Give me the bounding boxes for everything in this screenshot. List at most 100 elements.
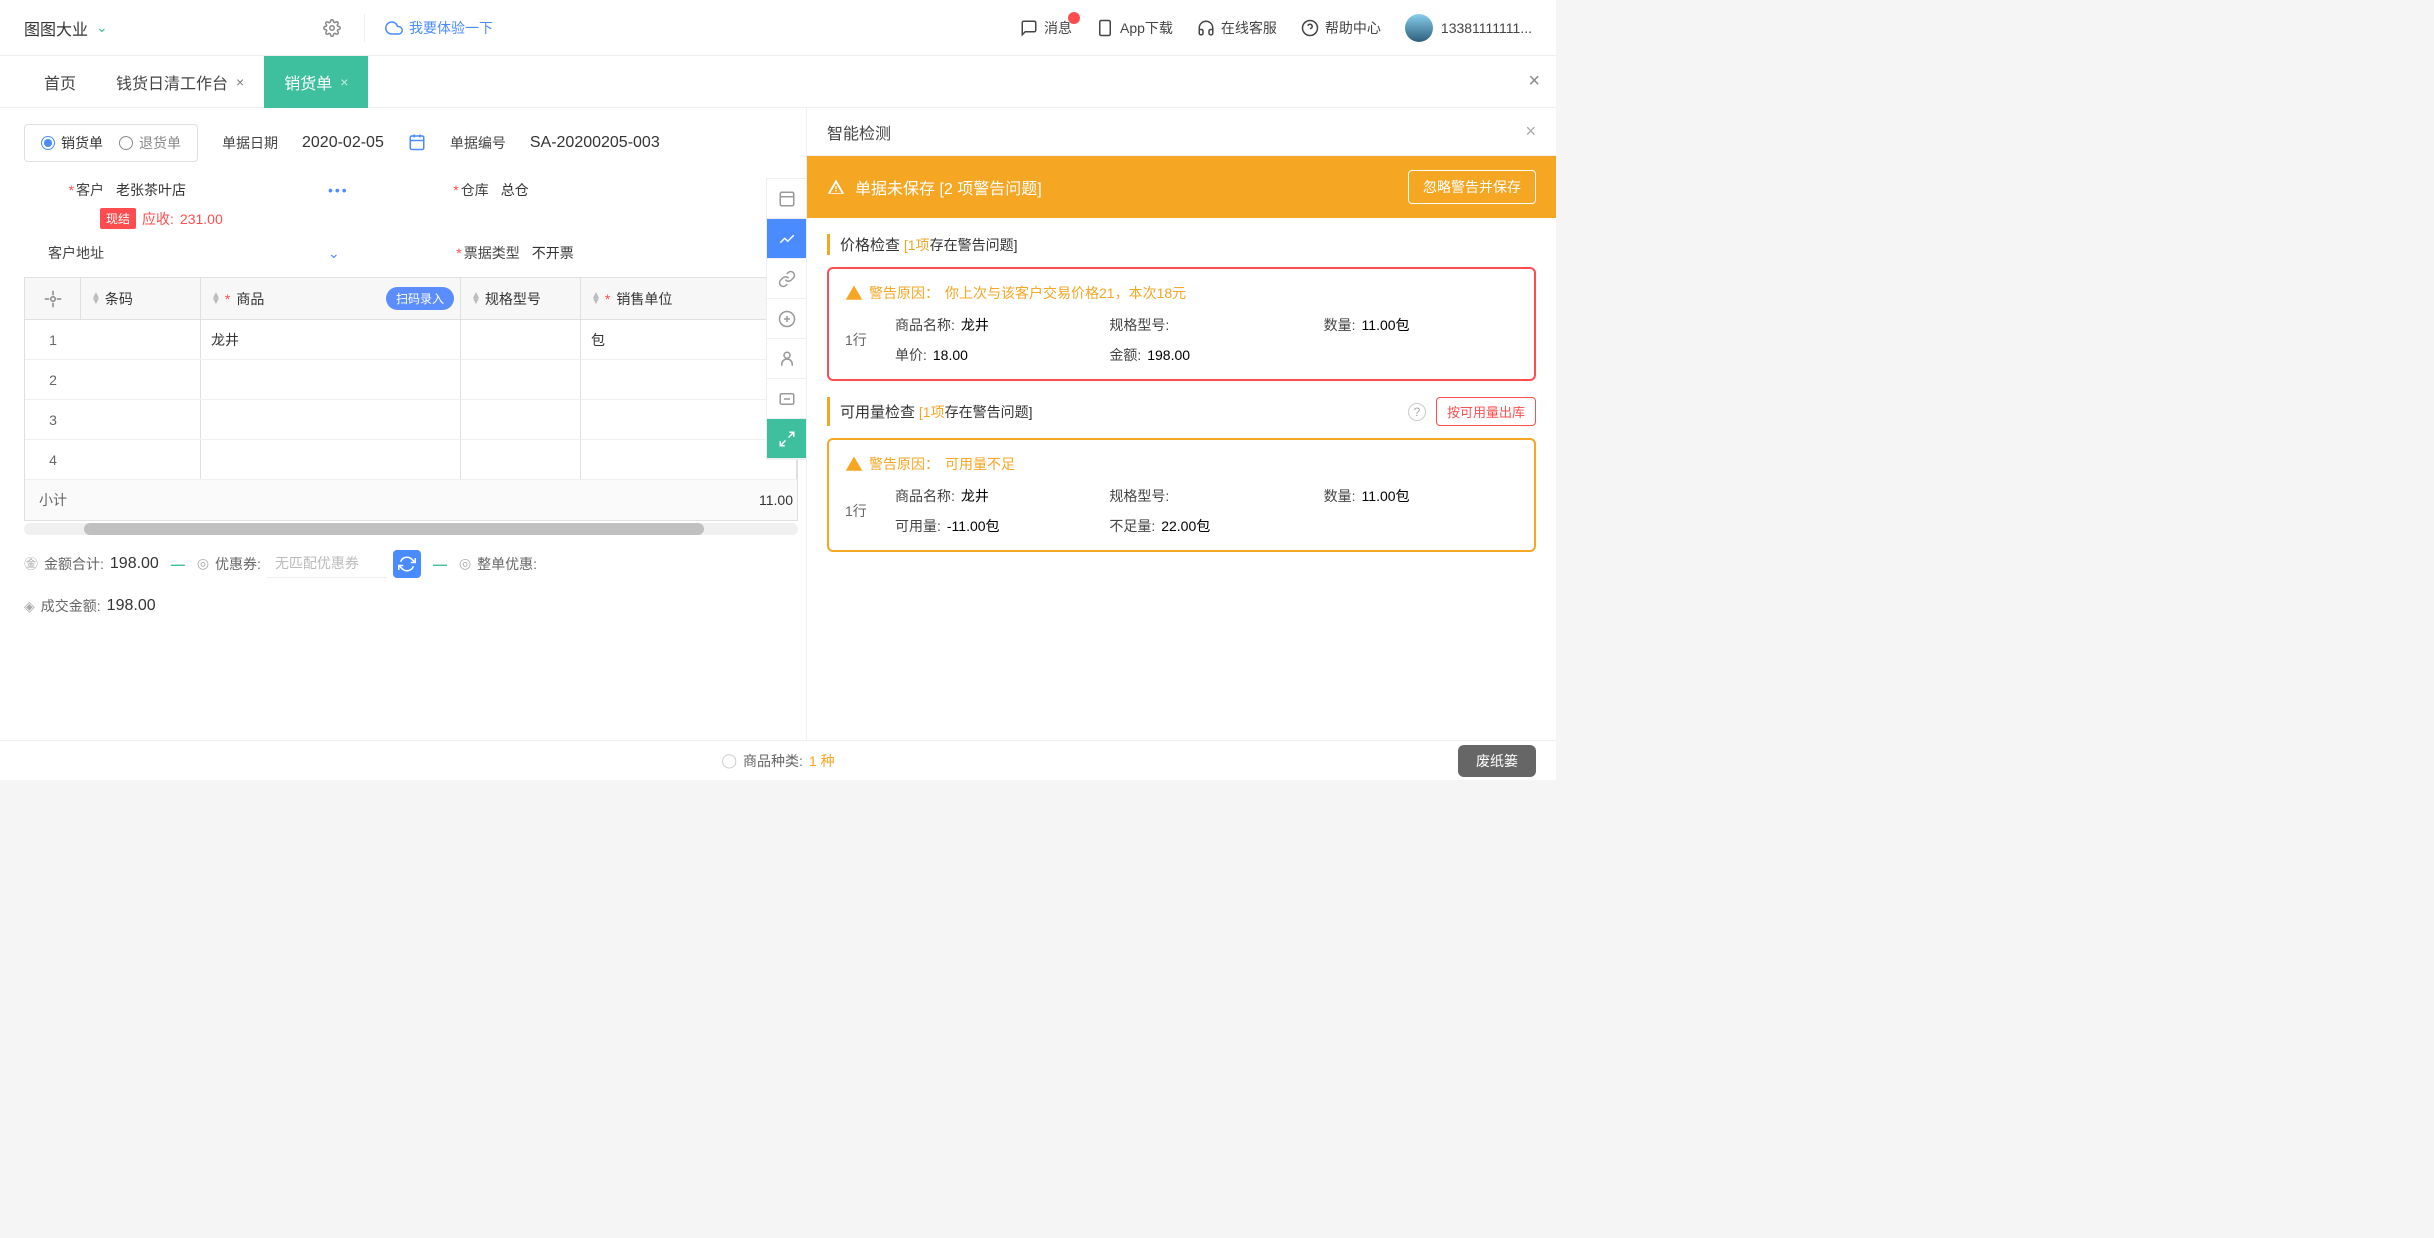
col-spec[interactable]: ▲▼ 规格型号 — [461, 278, 581, 319]
expand-icon — [778, 430, 796, 448]
rail-layout-button[interactable] — [767, 179, 806, 219]
receivable-label: 应收: — [142, 209, 174, 229]
refresh-icon — [398, 555, 416, 573]
exchange-icon — [778, 310, 796, 328]
order-type-radio-group: 销货单 退货单 — [24, 124, 198, 162]
tab-sales-order[interactable]: 销货单 × — [264, 56, 368, 108]
tab-home[interactable]: 首页 — [24, 56, 96, 108]
chevron-down-icon: ⌄ — [96, 19, 108, 36]
stock-out-button[interactable]: 按可用量出库 — [1436, 397, 1536, 426]
table-settings-button[interactable] — [25, 278, 81, 319]
company-name: 图图大业 — [24, 16, 88, 40]
rail-expand-button[interactable] — [767, 419, 806, 459]
sort-icon: ▲▼ — [91, 293, 101, 305]
product-kinds-label: 商品种类: — [743, 751, 803, 771]
radio-icon — [119, 136, 133, 150]
rail-user-button[interactable] — [767, 339, 806, 379]
price-check-title: 价格检查 — [840, 237, 900, 254]
calendar-icon[interactable] — [408, 133, 426, 154]
headset-icon — [1197, 19, 1215, 37]
link-icon — [778, 270, 796, 288]
table-row[interactable]: 2 — [25, 360, 797, 400]
company-selector[interactable]: 图图大业 ⌄ — [24, 16, 304, 40]
help-icon[interactable]: ? — [1408, 403, 1426, 421]
money-icon — [778, 390, 796, 408]
help-icon — [1301, 19, 1319, 37]
invoice-select[interactable]: 不开票 — [532, 243, 732, 263]
order-discount-label: 整单优惠: — [477, 554, 537, 574]
pay-now-chip: 现结 — [100, 208, 136, 229]
user-icon — [778, 350, 796, 368]
close-panel-button[interactable]: × — [1525, 121, 1536, 142]
rail-money-button[interactable] — [767, 379, 806, 419]
chart-icon — [778, 230, 796, 248]
radio-sales-order[interactable]: 销货单 — [41, 133, 103, 153]
radio-icon — [41, 136, 55, 150]
discount-icon: ◎ — [459, 555, 471, 572]
price-warning-card: 警告原因： 你上次与该客户交易价格21，本次18元 1行 商品名称:龙井 规格型… — [827, 267, 1536, 381]
table-row[interactable]: 3 — [25, 400, 797, 440]
deal-value: 198.00 — [107, 597, 156, 615]
settings-button[interactable] — [320, 16, 344, 40]
deal-label: 成交金额: — [41, 596, 101, 616]
coupon-input[interactable]: 无匹配优惠券 — [267, 549, 387, 578]
items-table: ▲▼ 条码 ▲▼ *商品 扫码录入 ▲▼ 规格型号 ▲▼ *销售单位 — [24, 277, 798, 521]
col-unit[interactable]: ▲▼ *销售单位 — [581, 278, 797, 319]
help-center-button[interactable]: 帮助中心 — [1301, 18, 1381, 38]
sort-icon: ▲▼ — [591, 293, 601, 305]
cloud-icon — [385, 19, 403, 37]
app-download-button[interactable]: App下载 — [1096, 18, 1173, 38]
table-row[interactable]: 4 — [25, 440, 797, 480]
tab-workspace[interactable]: 钱货日清工作台 × — [96, 56, 264, 108]
ignore-save-button[interactable]: 忽略警告并保存 — [1408, 170, 1536, 204]
deal-icon: ◈ — [24, 598, 35, 615]
warning-icon — [845, 455, 863, 473]
col-product[interactable]: ▲▼ *商品 扫码录入 — [201, 278, 461, 319]
subtotal-row: 小计 11.00 — [25, 480, 797, 520]
online-service-button[interactable]: 在线客服 — [1197, 18, 1277, 38]
horizontal-scrollbar[interactable] — [24, 523, 798, 535]
scan-entry-button[interactable]: 扫码录入 — [386, 287, 454, 310]
customer-lookup-button[interactable]: ••• — [328, 182, 349, 198]
refresh-coupon-button[interactable] — [393, 550, 421, 578]
receivable-value: 231.00 — [180, 211, 223, 227]
trash-button[interactable]: 废纸篓 — [1458, 745, 1536, 777]
doc-no-label: 单据编号 — [450, 133, 506, 153]
message-icon — [1020, 19, 1038, 37]
minus-icon: — — [171, 556, 185, 572]
currency-icon: ㊎ — [24, 554, 38, 574]
rail-link-button[interactable] — [767, 259, 806, 299]
date-label: 单据日期 — [222, 133, 278, 153]
avatar — [1405, 14, 1433, 42]
divider — [364, 14, 365, 42]
stock-warning-card: 警告原因： 可用量不足 1行 商品名称:龙井 规格型号: 数量:11.00包 可… — [827, 438, 1536, 552]
stock-check-title: 可用量检查 — [840, 404, 915, 421]
close-all-tabs[interactable]: × — [1528, 70, 1540, 93]
close-icon[interactable]: × — [236, 74, 244, 90]
coupon-icon: ◎ — [197, 555, 209, 572]
table-row[interactable]: 1 龙井 包 — [25, 320, 797, 360]
minus-icon: — — [433, 556, 447, 572]
col-barcode[interactable]: ▲▼ 条码 — [81, 278, 201, 319]
close-icon[interactable]: × — [340, 74, 348, 90]
chevron-down-icon[interactable]: ⌄ — [328, 245, 340, 262]
layout-icon — [778, 190, 796, 208]
total-label: 金额合计: — [44, 554, 104, 574]
rail-exchange-button[interactable] — [767, 299, 806, 339]
rail-chart-button[interactable] — [767, 219, 806, 259]
panel-title: 智能检测 — [827, 120, 891, 144]
messages-button[interactable]: 消息 — [1020, 18, 1072, 38]
warning-icon — [845, 284, 863, 302]
user-menu[interactable]: 13381111111... — [1405, 14, 1532, 42]
banner-text: 单据未保存 [2 项警告问题] — [855, 175, 1042, 199]
sort-icon: ▲▼ — [471, 293, 481, 305]
warehouse-select[interactable]: 总仓 — [501, 180, 701, 200]
circle-icon: ◯ — [721, 752, 737, 769]
date-value[interactable]: 2020-02-05 — [302, 134, 384, 152]
customer-input[interactable]: 老张茶叶店 — [116, 180, 316, 200]
experience-link[interactable]: 我要体验一下 — [385, 18, 493, 38]
gear-icon — [44, 290, 62, 308]
radio-return-order[interactable]: 退货单 — [119, 133, 181, 153]
notification-badge — [1068, 12, 1080, 24]
warning-icon — [827, 178, 845, 196]
